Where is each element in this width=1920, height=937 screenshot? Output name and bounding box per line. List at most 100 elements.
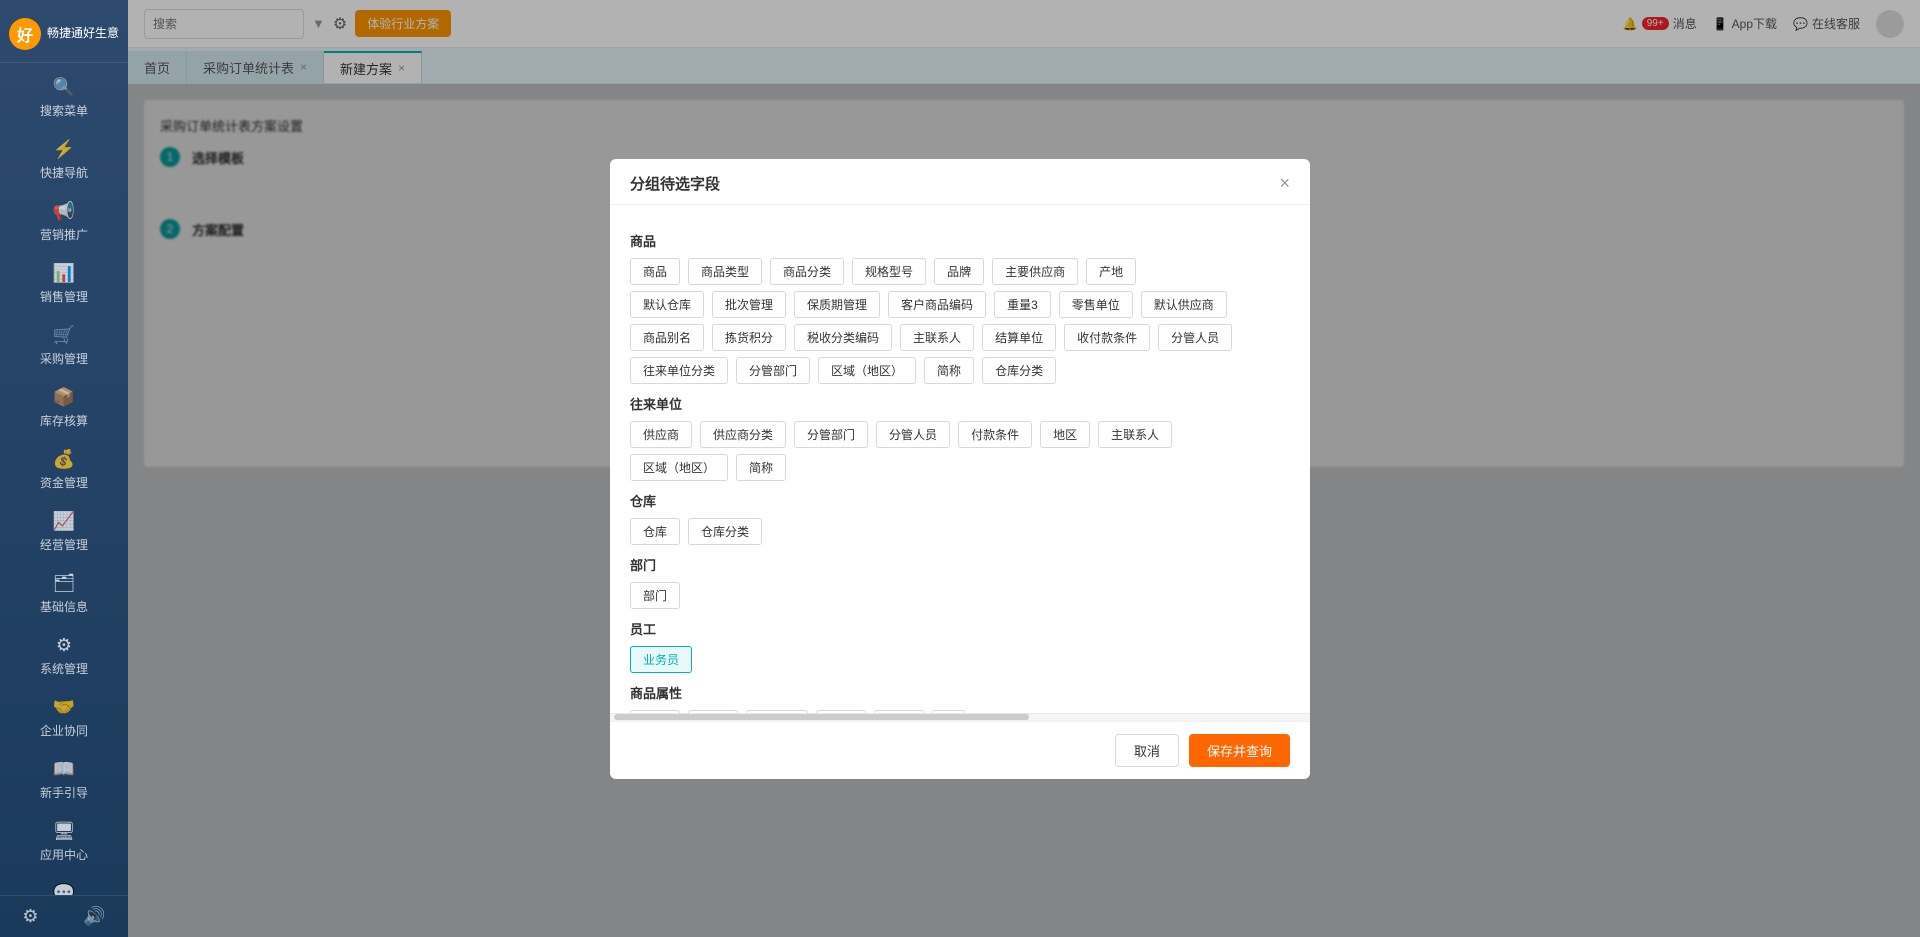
tag-goods-goods[interactable]: 商品 [630, 258, 680, 285]
tag-cp-region[interactable]: 地区 [1040, 421, 1090, 448]
modal-close-button[interactable]: × [1279, 173, 1290, 194]
tab-new-plan[interactable]: 新建方案 × [324, 51, 422, 83]
tag-dept-dept[interactable]: 部门 [630, 582, 680, 609]
sidebar-item-inventory[interactable]: 📦 库存核算 [0, 377, 128, 439]
avatar[interactable] [1876, 10, 1904, 38]
section-title-warehouse: 仓库 [630, 491, 1290, 510]
tag-cp-paymentterms[interactable]: 付款条件 [958, 421, 1032, 448]
tag-cp-supplier[interactable]: 供应商 [630, 421, 692, 448]
tag-goods-weight[interactable]: 重量3 [994, 291, 1051, 318]
tag-goods-counterpartycategory[interactable]: 往来单位分类 [630, 357, 728, 384]
sidebar-item-search[interactable]: 🔍 搜索菜单 [0, 67, 128, 129]
sidebar-item-guide-label: 新手引导 [40, 784, 88, 801]
tag-goods-type[interactable]: 商品类型 [688, 258, 762, 285]
sidebar-item-wechat[interactable]: 💬 企业微信 [0, 873, 128, 895]
logo: 好 畅捷通好生意 [0, 10, 128, 63]
tag-goods-category[interactable]: 商品分类 [770, 258, 844, 285]
tag-goods-dept[interactable]: 分管部门 [736, 357, 810, 384]
experience-btn[interactable]: 体验行业方案 [355, 10, 451, 37]
sidebar-item-finance-label: 资金管理 [40, 474, 88, 491]
tag-wh-category[interactable]: 仓库分类 [688, 518, 762, 545]
tag-goods-spectype[interactable]: 规格型号 [852, 258, 926, 285]
service-item[interactable]: 💬 在线客服 [1793, 15, 1860, 32]
sidebar-item-basic[interactable]: 🗂 基础信息 [0, 563, 128, 625]
tag-wh-warehouse[interactable]: 仓库 [630, 518, 680, 545]
sidebar-item-quicknav-label: 快捷导航 [40, 164, 88, 181]
tab-home[interactable]: 首页 [128, 51, 187, 83]
tag-goods-qualitymgmt[interactable]: 保质期管理 [794, 291, 880, 318]
tab-new-plan-close[interactable]: × [398, 61, 405, 75]
sidebar-item-sales[interactable]: 📊 销售管理 [0, 253, 128, 315]
tag-goods-paymentterms[interactable]: 收付款条件 [1064, 324, 1150, 351]
tag-goods-maincontact[interactable]: 主联系人 [900, 324, 974, 351]
modal-title: 分组待选字段 [630, 173, 720, 194]
tag-goods-defaultwarehouse[interactable]: 默认仓库 [630, 291, 704, 318]
tag-cp-manager[interactable]: 分管人员 [876, 421, 950, 448]
tag-goods-customercode[interactable]: 客户商品编码 [888, 291, 986, 318]
sidebar-item-quicknav[interactable]: ⚡ 快捷导航 [0, 129, 128, 191]
operations-icon: 📈 [53, 511, 75, 532]
tab-purchase-stats[interactable]: 采购订单统计表 × [187, 51, 324, 83]
sidebar-item-collab[interactable]: 🤝 企业协同 [0, 687, 128, 749]
tag-goods-shortname[interactable]: 简称 [924, 357, 974, 384]
save-query-button[interactable]: 保存并查询 [1189, 734, 1290, 767]
modal-horizontal-scrollbar[interactable] [610, 713, 1310, 720]
modal-overlay: 好 畅捷通好生意 🔍 搜索菜单 ⚡ 快捷导航 📢 营销推广 📊 销售管理 🛒 [0, 0, 1920, 937]
sidebar-item-appcenter-label: 应用中心 [40, 846, 88, 863]
sidebar-item-guide[interactable]: 📖 新手引导 [0, 749, 128, 811]
gear-icon[interactable]: ⚙ [333, 14, 347, 34]
tag-cp-dept[interactable]: 分管部门 [794, 421, 868, 448]
purchase-icon: 🛒 [53, 325, 75, 346]
section-title-dept: 部门 [630, 555, 1290, 574]
step2-label: 方案配置 [192, 220, 244, 239]
sidebar-item-collab-label: 企业协同 [40, 722, 88, 739]
tag-goods-taxcode[interactable]: 税收分类编码 [794, 324, 892, 351]
download-label: App下载 [1732, 15, 1777, 32]
page-title: 采购订单统计表方案设置 [160, 116, 1888, 135]
tag-goods-alias[interactable]: 商品别名 [630, 324, 704, 351]
tag-cp-shortname[interactable]: 简称 [736, 454, 786, 481]
tab-purchase-stats-close[interactable]: × [300, 60, 307, 74]
tag-goods-brand[interactable]: 品牌 [934, 258, 984, 285]
sidebar-item-operations[interactable]: 📈 经营管理 [0, 501, 128, 563]
sidebar-item-inventory-label: 库存核算 [40, 412, 88, 429]
tag-goods-manager[interactable]: 分管人员 [1158, 324, 1232, 351]
finance-icon: 💰 [53, 449, 75, 470]
step2-badge: 2 [160, 219, 180, 239]
sidebar-item-system[interactable]: ⚙ 系统管理 [0, 625, 128, 687]
tag-cp-maincontact[interactable]: 主联系人 [1098, 421, 1172, 448]
search-input[interactable] [144, 9, 304, 39]
notification-item[interactable]: 🔔 99+ 消息 [1623, 15, 1697, 32]
tag-goods-origin[interactable]: 产地 [1086, 258, 1136, 285]
sidebar-item-marketing[interactable]: 📢 营销推广 [0, 191, 128, 253]
sidebar-item-purchase[interactable]: 🛒 采购管理 [0, 315, 128, 377]
download-item[interactable]: 📱 App下载 [1713, 15, 1777, 32]
cancel-button[interactable]: 取消 [1115, 734, 1179, 767]
goods-tags-row: 商品 商品类型 商品分类 规格型号 品牌 主要供应商 产地 [630, 258, 1290, 285]
tag-goods-retailunit[interactable]: 零售单位 [1059, 291, 1133, 318]
volume-icon[interactable]: 🔊 [83, 906, 105, 927]
modal-header: 分组待选字段 × [610, 159, 1310, 205]
tag-goods-region[interactable]: 区域（地区） [818, 357, 916, 384]
tag-goods-batchmgmt[interactable]: 批次管理 [712, 291, 786, 318]
tag-cp-regionarea[interactable]: 区域（地区） [630, 454, 728, 481]
sidebar-item-sales-label: 销售管理 [40, 288, 88, 305]
marketing-icon: 📢 [53, 201, 75, 222]
tag-goods-warehousecategory[interactable]: 仓库分类 [982, 357, 1056, 384]
tag-goods-settlementunit[interactable]: 结算单位 [982, 324, 1056, 351]
tag-goods-mainsupplier[interactable]: 主要供应商 [992, 258, 1078, 285]
tag-goods-defaultsupplier[interactable]: 默认供应商 [1141, 291, 1227, 318]
section-title-goods: 商品 [630, 231, 1290, 250]
header-right: 🔔 99+ 消息 📱 App下载 💬 在线客服 [1623, 10, 1904, 38]
notification-label: 消息 [1673, 15, 1697, 32]
employee-tags-row1: 业务员 [630, 646, 1290, 673]
tag-goods-pickpoints[interactable]: 拣货积分 [712, 324, 786, 351]
quicknav-icon: ⚡ [53, 139, 75, 160]
tag-cp-suppliercategory[interactable]: 供应商分类 [700, 421, 786, 448]
sidebar-item-finance[interactable]: 💰 资金管理 [0, 439, 128, 501]
sidebar-bottom: ⚙ 🔊 [0, 895, 128, 937]
sidebar-item-appcenter[interactable]: 🖥 应用中心 [0, 811, 128, 873]
guide-icon: 📖 [53, 759, 75, 780]
settings-bottom-icon[interactable]: ⚙ [22, 906, 38, 927]
tag-emp-salesperson[interactable]: 业务员 [630, 646, 692, 673]
